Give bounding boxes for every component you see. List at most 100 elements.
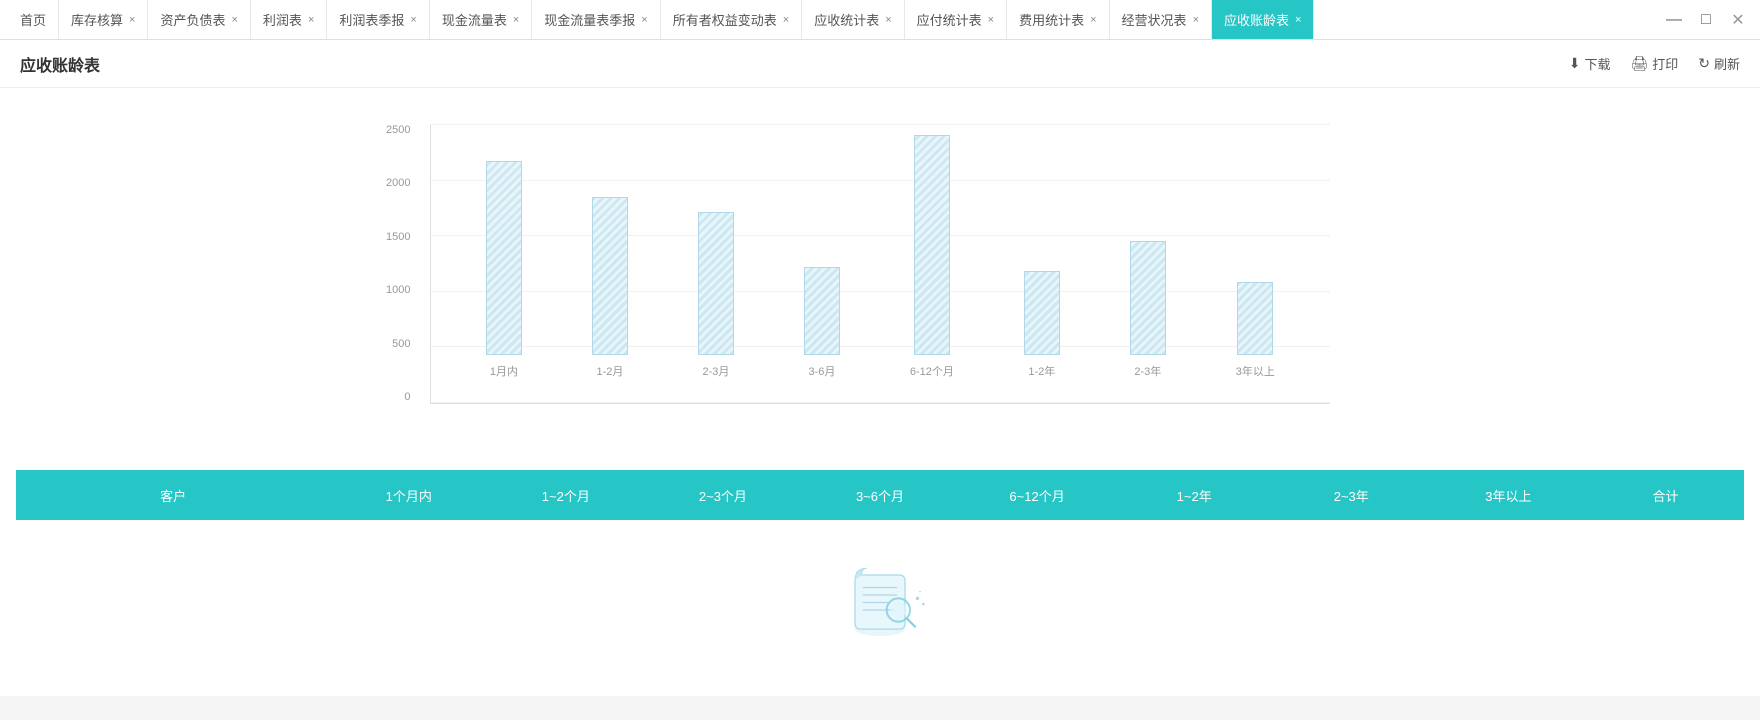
y-label: 2000 bbox=[386, 177, 410, 189]
tab-item-7[interactable]: 所有者权益变动表 × bbox=[661, 0, 802, 40]
tab-label: 所有者权益变动表 bbox=[673, 10, 777, 29]
tab-label: 首页 bbox=[20, 10, 46, 29]
tab-label: 经营状况表 bbox=[1122, 10, 1187, 29]
close-button[interactable]: ✕ bbox=[1724, 6, 1752, 34]
y-label: 500 bbox=[386, 338, 410, 350]
chart-container: 2500 2000 1500 1000 500 0 1月内 1-2月 2-3月 3-6… bbox=[16, 104, 1744, 454]
bar-label-7: 3年以上 bbox=[1236, 363, 1275, 379]
bar-col-7: 3年以上 bbox=[1236, 124, 1275, 379]
tab-item-11[interactable]: 经营状况表 × bbox=[1110, 0, 1212, 40]
th-cell-7: 2~3年 bbox=[1273, 486, 1430, 505]
chart-inner: 2500 2000 1500 1000 500 0 1月内1-2月2-3月3-6… bbox=[430, 124, 1330, 404]
bar-1 bbox=[592, 197, 628, 355]
print-icon: 🖨 bbox=[1630, 55, 1648, 72]
download-icon: ⬇ bbox=[1569, 55, 1581, 72]
bar-0 bbox=[486, 161, 522, 355]
tab-close-btn[interactable]: × bbox=[641, 14, 647, 26]
tab-item-2[interactable]: 资产负债表 × bbox=[148, 0, 250, 40]
th-cell-3: 2~3个月 bbox=[644, 486, 801, 505]
tab-item-1[interactable]: 库存核算 × bbox=[59, 0, 148, 40]
tab-item-3[interactable]: 利润表 × bbox=[251, 0, 327, 40]
tab-label: 现金流量表季报 bbox=[544, 10, 635, 29]
th-cell-0: 客户 bbox=[16, 486, 330, 505]
page-title: 应收账龄表 bbox=[20, 52, 100, 76]
bar-col-5: 1-2年 bbox=[1024, 124, 1060, 379]
page-header: 应收账龄表 ⬇ 下载 🖨 打印 ↻ 刷新 bbox=[0, 40, 1760, 88]
tab-label: 现金流量表 bbox=[442, 10, 507, 29]
bar-label-0: 1月内 bbox=[490, 363, 518, 379]
tab-bar: 首页库存核算×资产负债表×利润表×利润表季报×现金流量表×现金流量表季报×所有者… bbox=[0, 0, 1760, 40]
tab-item-9[interactable]: 应付统计表 × bbox=[905, 0, 1007, 40]
tab-close-btn[interactable]: × bbox=[129, 14, 135, 26]
bar-col-0: 1月内 bbox=[486, 124, 522, 379]
tab-item-4[interactable]: 利润表季报 × bbox=[327, 0, 429, 40]
tab-close-btn[interactable]: × bbox=[231, 14, 237, 26]
bar-col-1: 1-2月 bbox=[592, 124, 628, 379]
main-content: 2500 2000 1500 1000 500 0 1月内 1-2月 2-3月 3-6… bbox=[0, 88, 1760, 696]
empty-state-icon bbox=[830, 555, 930, 645]
y-label: 0 bbox=[386, 391, 410, 403]
bar-label-2: 2-3月 bbox=[702, 363, 729, 379]
bar-label-3: 3-6月 bbox=[808, 363, 835, 379]
tab-label: 应收账龄表 bbox=[1224, 10, 1289, 29]
bar-label-5: 1-2年 bbox=[1028, 363, 1055, 379]
y-axis: 2500 2000 1500 1000 500 0 bbox=[386, 124, 410, 403]
tab-item-10[interactable]: 费用统计表 × bbox=[1007, 0, 1109, 40]
chart-wrapper: 2500 2000 1500 1000 500 0 1月内1-2月2-3月3-6… bbox=[430, 124, 1330, 444]
tab-item-8[interactable]: 应收统计表 × bbox=[802, 0, 904, 40]
th-cell-2: 1~2个月 bbox=[487, 486, 644, 505]
tab-close-btn[interactable]: × bbox=[513, 14, 519, 26]
tab-label: 利润表 bbox=[263, 10, 302, 29]
bar-col-3: 3-6月 bbox=[804, 124, 840, 379]
y-label: 1000 bbox=[386, 284, 410, 296]
tab-close-btn[interactable]: × bbox=[988, 14, 994, 26]
bar-5 bbox=[1024, 271, 1060, 355]
download-button[interactable]: ⬇ 下载 bbox=[1569, 54, 1611, 73]
tab-close-btn[interactable]: × bbox=[1193, 14, 1199, 26]
tab-close-btn[interactable]: × bbox=[1090, 14, 1096, 26]
th-cell-1: 1个月内 bbox=[330, 486, 487, 505]
th-cell-6: 1~2年 bbox=[1116, 486, 1273, 505]
y-label: 2500 bbox=[386, 124, 410, 136]
bar-col-2: 2-3月 bbox=[698, 124, 734, 379]
maximize-button[interactable]: □ bbox=[1692, 6, 1720, 34]
bar-7 bbox=[1237, 282, 1273, 355]
tab-label: 应收统计表 bbox=[814, 10, 879, 29]
tab-label: 利润表季报 bbox=[339, 10, 404, 29]
print-button[interactable]: 🖨 打印 bbox=[1630, 54, 1678, 73]
tab-close-btn[interactable]: × bbox=[783, 14, 789, 26]
bar-3 bbox=[804, 267, 840, 355]
th-cell-4: 3~6个月 bbox=[801, 486, 958, 505]
tab-close-btn[interactable]: × bbox=[1295, 14, 1301, 26]
header-actions: ⬇ 下载 🖨 打印 ↻ 刷新 bbox=[1569, 54, 1740, 73]
minimize-button[interactable]: — bbox=[1660, 6, 1688, 34]
tab-label: 费用统计表 bbox=[1019, 10, 1084, 29]
tab-label: 应付统计表 bbox=[917, 10, 982, 29]
tab-close-btn[interactable]: × bbox=[885, 14, 891, 26]
bar-label-1: 1-2月 bbox=[597, 363, 624, 379]
tab-item-0[interactable]: 首页 bbox=[8, 0, 59, 40]
tab-item-5[interactable]: 现金流量表 × bbox=[430, 0, 532, 40]
th-cell-8: 3年以上 bbox=[1430, 486, 1587, 505]
y-label: 1500 bbox=[386, 231, 410, 243]
th-cell-9: 合计 bbox=[1587, 486, 1744, 505]
tab-item-6[interactable]: 现金流量表季报 × bbox=[532, 0, 660, 40]
bar-label-4: 6-12个月 bbox=[910, 363, 954, 379]
tab-close-btn[interactable]: × bbox=[308, 14, 314, 26]
bar-col-4: 6-12个月 bbox=[910, 124, 954, 379]
bar-col-6: 2-3年 bbox=[1130, 124, 1166, 379]
table-header: 客户1个月内1~2个月2~3个月3~6个月6~12个月1~2年2~3年3年以上合… bbox=[16, 470, 1744, 520]
bar-label-6: 2-3年 bbox=[1134, 363, 1161, 379]
tab-close-btn[interactable]: × bbox=[410, 14, 416, 26]
tab-label: 库存核算 bbox=[71, 10, 123, 29]
th-cell-5: 6~12个月 bbox=[959, 486, 1116, 505]
refresh-icon: ↻ bbox=[1698, 55, 1710, 72]
tab-label: 资产负债表 bbox=[160, 10, 225, 29]
bar-6 bbox=[1130, 241, 1166, 355]
bar-2 bbox=[698, 212, 734, 355]
bar-4 bbox=[914, 135, 950, 355]
tab-item-12[interactable]: 应收账龄表 × bbox=[1212, 0, 1314, 40]
refresh-button[interactable]: ↻ 刷新 bbox=[1698, 54, 1740, 73]
table-body bbox=[16, 520, 1744, 680]
window-actions: — □ ✕ bbox=[1660, 6, 1752, 34]
